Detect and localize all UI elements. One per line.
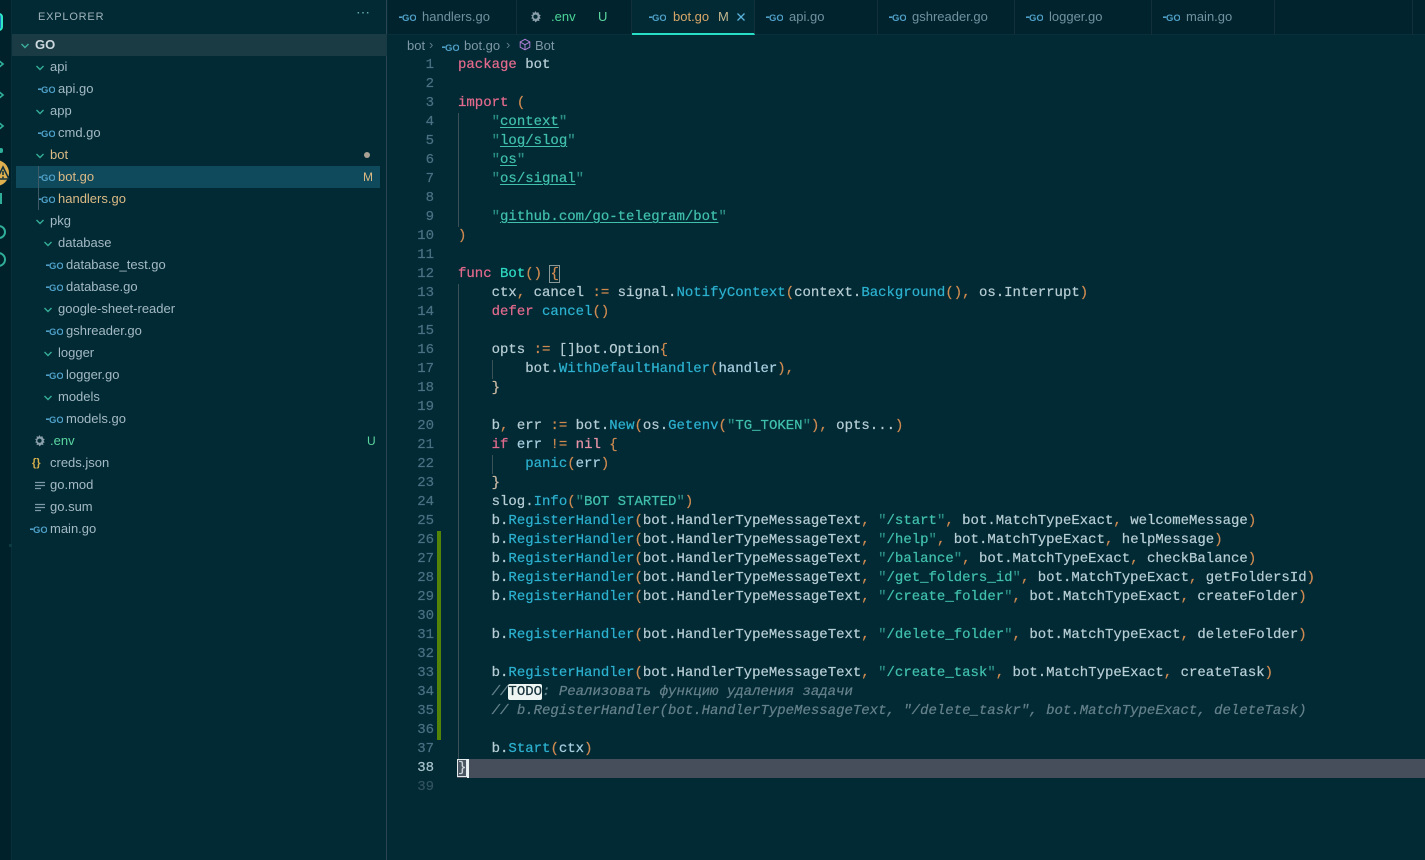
svg-text:GO: GO — [33, 525, 47, 535]
svg-text:GO: GO — [1166, 13, 1180, 23]
svg-text:GO: GO — [402, 13, 416, 23]
svg-text:GO: GO — [49, 371, 63, 381]
svg-text:GO: GO — [49, 327, 63, 337]
svg-text:GO: GO — [41, 85, 55, 95]
svg-text:GO: GO — [769, 13, 783, 23]
svg-text:GO: GO — [41, 129, 55, 139]
svg-text:GO: GO — [49, 415, 63, 425]
svg-text:GO: GO — [892, 13, 906, 23]
svg-text:GO: GO — [445, 43, 459, 53]
svg-text:GO: GO — [41, 195, 55, 205]
svg-text:GO: GO — [41, 173, 55, 183]
svg-text:GO: GO — [652, 13, 666, 23]
svg-text:GO: GO — [49, 283, 63, 293]
svg-text:GO: GO — [49, 261, 63, 271]
svg-text:GO: GO — [1029, 13, 1043, 23]
